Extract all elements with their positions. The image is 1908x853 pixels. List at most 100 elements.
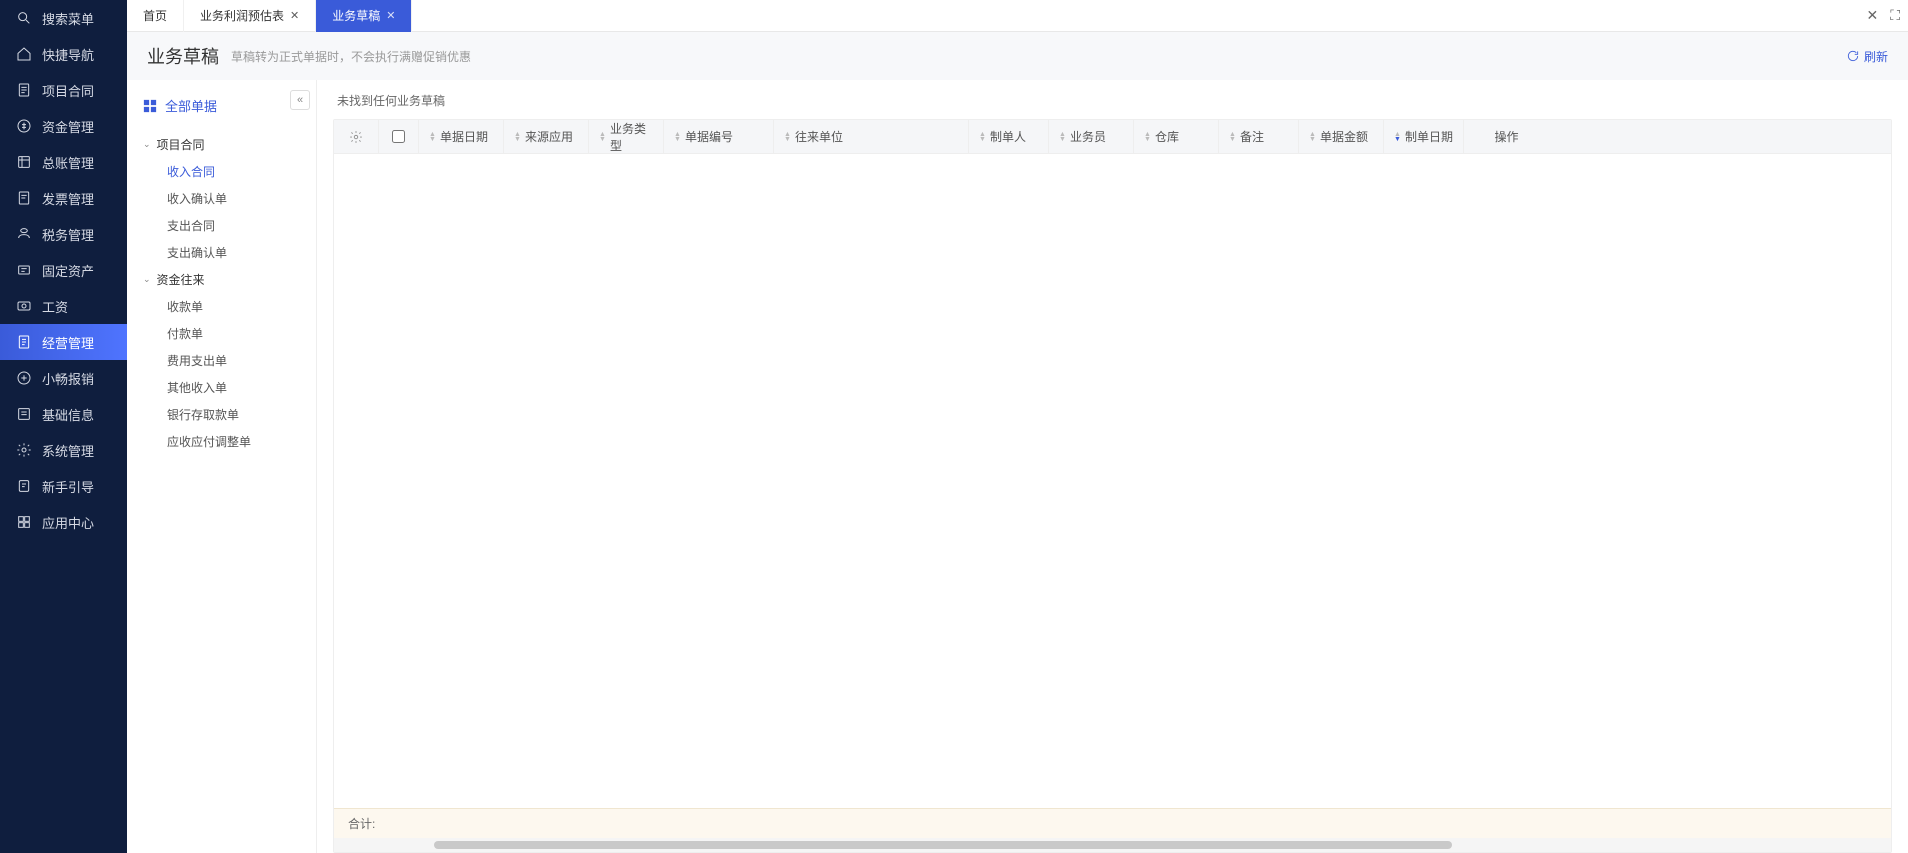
column-header-make-date[interactable]: 制单日期: [1384, 120, 1464, 153]
fullscreen-icon[interactable]: ⛶: [1890, 7, 1900, 24]
sidebar-item-newbie-guide[interactable]: 新手引导: [0, 468, 127, 504]
sidebar-item-expense-claim[interactable]: 小畅报销: [0, 360, 127, 396]
column-header-party[interactable]: 往来单位: [774, 120, 969, 153]
salary-icon: [16, 298, 32, 314]
sidebar-item-invoice-mgmt[interactable]: 发票管理: [0, 180, 127, 216]
column-header-doc-no[interactable]: 单据编号: [664, 120, 774, 153]
content-area: 未找到任何业务草稿 单据日期 来源应用 业务类型 单据编号 往来单位 制单人 业…: [317, 80, 1908, 853]
tab-business-draft[interactable]: 业务草稿 ✕: [316, 0, 412, 32]
info-icon: [16, 406, 32, 422]
sidebar-item-label: 经营管理: [42, 333, 94, 352]
data-table: 单据日期 来源应用 业务类型 单据编号 往来单位 制单人 业务员 仓库 备注 单…: [333, 119, 1892, 853]
column-header-maker[interactable]: 制单人: [969, 120, 1049, 153]
tree-leaf-expenditure-contract[interactable]: 支出合同: [127, 212, 316, 239]
sidebar-item-label: 基础信息: [42, 405, 94, 424]
close-icon[interactable]: ✕: [290, 9, 299, 22]
close-icon[interactable]: ✕: [386, 9, 395, 22]
sidebar-item-fund-mgmt[interactable]: 资金管理: [0, 108, 127, 144]
all-documents-label: 全部单据: [165, 96, 217, 115]
sidebar-item-label: 资金管理: [42, 117, 94, 136]
tab-label: 业务草稿: [332, 7, 380, 24]
expense-icon: [16, 370, 32, 386]
gear-icon: [16, 442, 32, 458]
main-sidebar: 搜索菜单 快捷导航 项目合同 资金管理 总账管理 发票管理 税务管理 固定资产: [0, 0, 127, 853]
column-header-action: 操作: [1464, 120, 1549, 153]
ledger-icon: [16, 154, 32, 170]
tree-group-label: 资金往来: [157, 271, 205, 288]
all-documents-link[interactable]: 全部单据: [127, 90, 316, 121]
select-all-checkbox[interactable]: [379, 120, 419, 153]
tree-leaf-bank-deposit[interactable]: 银行存取款单: [127, 401, 316, 428]
column-header-warehouse[interactable]: 仓库: [1134, 120, 1219, 153]
table-header-row: 单据日期 来源应用 业务类型 单据编号 往来单位 制单人 业务员 仓库 备注 单…: [334, 120, 1891, 154]
sidebar-item-label: 发票管理: [42, 189, 94, 208]
invoice-icon: [16, 190, 32, 206]
file-icon: [16, 82, 32, 98]
sidebar-item-label: 应用中心: [42, 513, 94, 532]
sidebar-item-label: 搜索菜单: [42, 9, 94, 28]
sidebar-item-basic-info[interactable]: 基础信息: [0, 396, 127, 432]
column-header-source-app[interactable]: 来源应用: [504, 120, 589, 153]
tree-leaf-receipt[interactable]: 收款单: [127, 293, 316, 320]
column-header-doc-date[interactable]: 单据日期: [419, 120, 504, 153]
sidebar-item-general-ledger[interactable]: 总账管理: [0, 144, 127, 180]
sidebar-item-label: 快捷导航: [42, 45, 94, 64]
table-summary-row: 合计:: [334, 808, 1891, 838]
sidebar-item-label: 工资: [42, 297, 68, 316]
table-body: [334, 154, 1891, 808]
sidebar-item-fixed-assets[interactable]: 固定资产: [0, 252, 127, 288]
chevron-down-icon: ⌄: [143, 274, 151, 285]
column-header-staff[interactable]: 业务员: [1049, 120, 1134, 153]
refresh-icon: [1846, 49, 1860, 63]
tree-leaf-income-contract[interactable]: 收入合同: [127, 158, 316, 185]
money-icon: [16, 118, 32, 134]
close-all-icon[interactable]: ✕: [1866, 7, 1878, 24]
tree-group-fund-exchange[interactable]: ⌄ 资金往来: [127, 266, 316, 293]
tab-label: 首页: [143, 7, 167, 24]
collapse-panel-button[interactable]: «: [290, 90, 310, 110]
sidebar-item-quick-nav[interactable]: 快捷导航: [0, 36, 127, 72]
column-header-note[interactable]: 备注: [1219, 120, 1299, 153]
sidebar-item-label: 新手引导: [42, 477, 94, 496]
empty-message: 未找到任何业务草稿: [333, 92, 1892, 119]
sidebar-item-search-menu[interactable]: 搜索菜单: [0, 0, 127, 36]
column-settings-button[interactable]: [334, 120, 379, 153]
page-header: 业务草稿 草稿转为正式单据时，不会执行满赠促销优惠 刷新: [127, 32, 1908, 80]
sidebar-item-app-center[interactable]: 应用中心: [0, 504, 127, 540]
sidebar-item-salary[interactable]: 工资: [0, 288, 127, 324]
column-header-amount[interactable]: 单据金额: [1299, 120, 1384, 153]
search-icon: [16, 10, 32, 26]
sidebar-item-label: 系统管理: [42, 441, 94, 460]
sidebar-item-label: 总账管理: [42, 153, 94, 172]
tab-bar: 首页 业务利润预估表 ✕ 业务草稿 ✕ ✕ ⛶: [127, 0, 1908, 32]
page-subtitle: 草稿转为正式单据时，不会执行满赠促销优惠: [231, 48, 471, 65]
column-header-biz-type[interactable]: 业务类型: [589, 120, 664, 153]
document-tree: ⌄ 项目合同 收入合同 收入确认单 支出合同 支出确认单 ⌄ 资金往来 收款单 …: [127, 131, 316, 455]
tree-leaf-expenditure-confirm[interactable]: 支出确认单: [127, 239, 316, 266]
tab-profit-estimate[interactable]: 业务利润预估表 ✕: [184, 0, 316, 32]
summary-label: 合计:: [348, 815, 375, 832]
page-title: 业务草稿: [147, 43, 219, 69]
business-icon: [16, 334, 32, 350]
tree-group-project-contract[interactable]: ⌄ 项目合同: [127, 131, 316, 158]
tree-leaf-expense[interactable]: 费用支出单: [127, 347, 316, 374]
guide-icon: [16, 478, 32, 494]
tab-home[interactable]: 首页: [127, 0, 184, 32]
sidebar-item-label: 固定资产: [42, 261, 94, 280]
grid-icon: [143, 99, 157, 113]
apps-icon: [16, 514, 32, 530]
tree-leaf-ar-ap-adjust[interactable]: 应收应付调整单: [127, 428, 316, 455]
sidebar-item-project-contract[interactable]: 项目合同: [0, 72, 127, 108]
horizontal-scrollbar[interactable]: [334, 838, 1891, 852]
sidebar-item-label: 项目合同: [42, 81, 94, 100]
tree-leaf-other-income[interactable]: 其他收入单: [127, 374, 316, 401]
sidebar-item-system-mgmt[interactable]: 系统管理: [0, 432, 127, 468]
refresh-button[interactable]: 刷新: [1846, 48, 1888, 65]
sidebar-item-label: 税务管理: [42, 225, 94, 244]
tree-leaf-income-confirm[interactable]: 收入确认单: [127, 185, 316, 212]
sidebar-item-business-mgmt[interactable]: 经营管理: [0, 324, 127, 360]
scrollbar-thumb[interactable]: [434, 841, 1452, 849]
home-icon: [16, 46, 32, 62]
sidebar-item-tax-mgmt[interactable]: 税务管理: [0, 216, 127, 252]
tree-leaf-payment[interactable]: 付款单: [127, 320, 316, 347]
